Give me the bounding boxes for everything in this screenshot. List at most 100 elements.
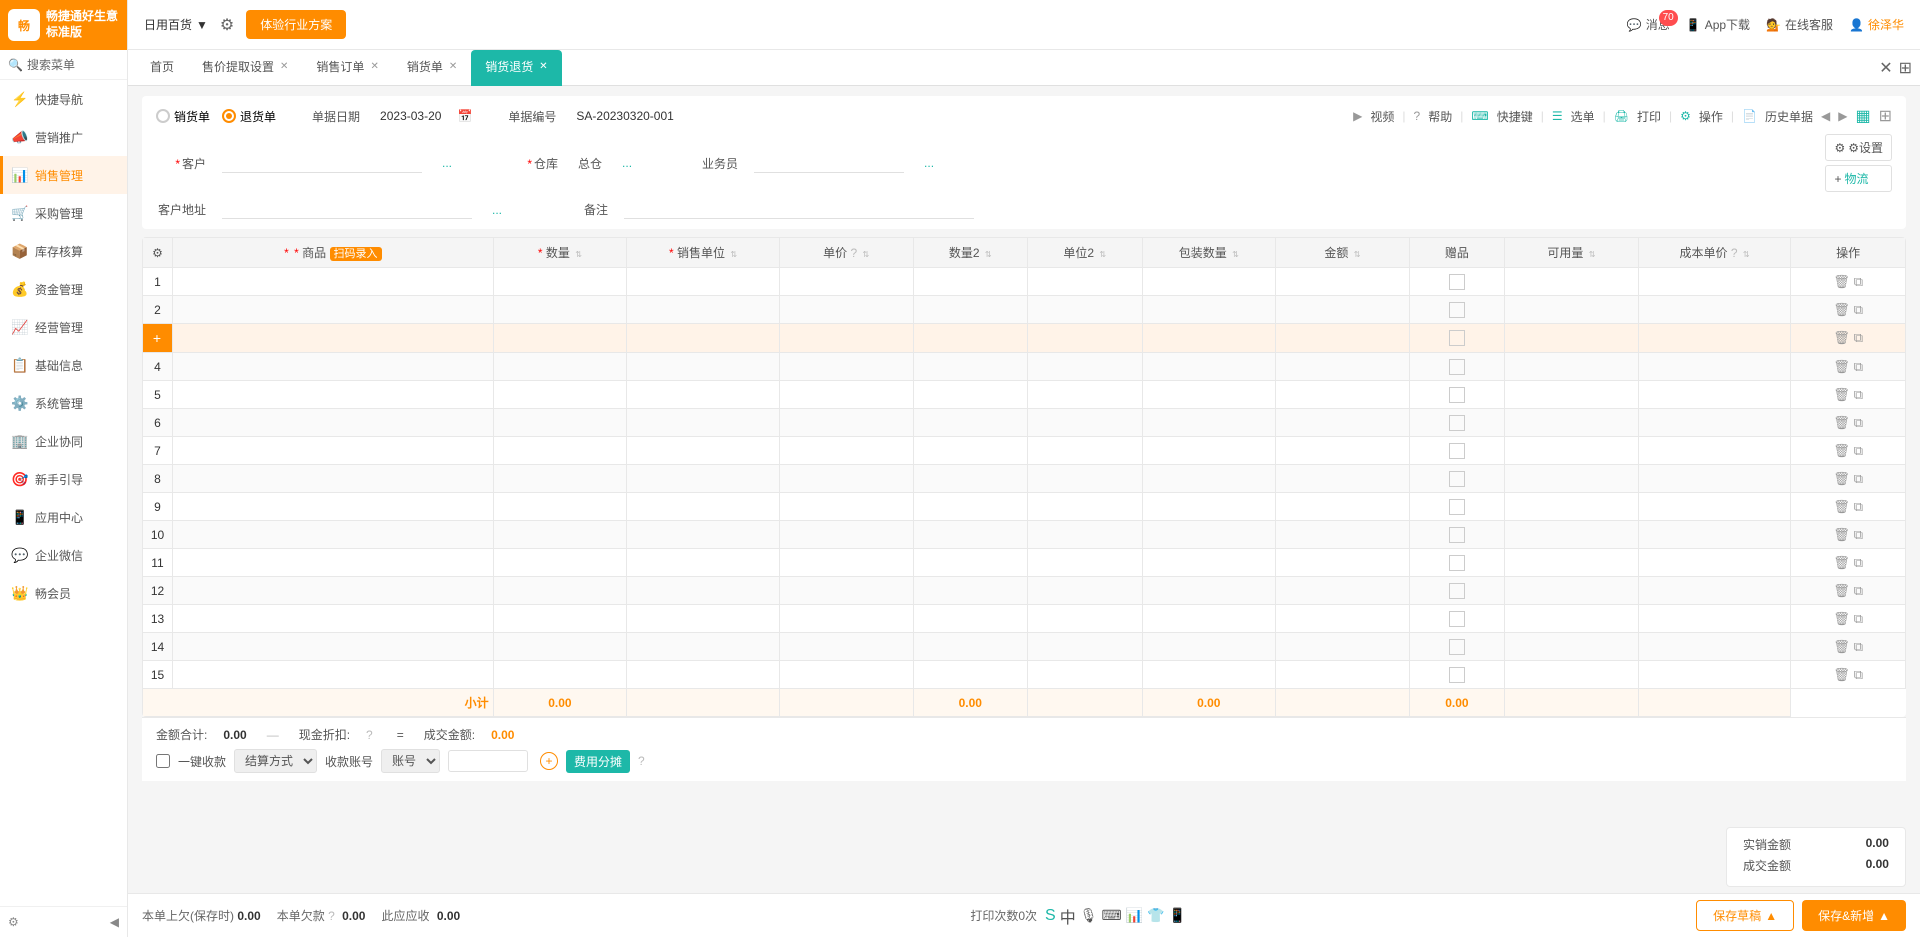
table-cell[interactable] (1638, 661, 1791, 689)
table-cell[interactable] (493, 633, 627, 661)
table-cell[interactable] (1028, 493, 1143, 521)
delete-icon[interactable]: 🗑 (1833, 387, 1850, 403)
table-cell[interactable] (779, 381, 913, 409)
table-cell[interactable] (627, 324, 780, 353)
delete-icon[interactable]: 🗑 (1833, 639, 1850, 655)
table-cell[interactable] (1505, 381, 1639, 409)
close-all-icon[interactable]: ✕ (1879, 58, 1892, 78)
sort-icon[interactable]: ⇅ (575, 250, 582, 259)
gift-checkbox[interactable] (1449, 639, 1465, 655)
table-cell[interactable] (1142, 409, 1276, 437)
table-cell[interactable] (1638, 549, 1791, 577)
table-cell[interactable] (627, 493, 780, 521)
copy-icon[interactable]: ⧉ (1854, 499, 1863, 515)
copy-icon[interactable]: ⧉ (1854, 274, 1863, 290)
table-cell[interactable] (1409, 661, 1504, 689)
table-cell[interactable] (779, 577, 913, 605)
table-cell[interactable] (1276, 296, 1410, 324)
table-cell[interactable] (1409, 605, 1504, 633)
table-cell[interactable] (913, 605, 1028, 633)
delete-icon[interactable]: 🗑 (1833, 359, 1850, 375)
table-cell[interactable] (1505, 324, 1639, 353)
tool-icon-2[interactable]: 中 (1060, 904, 1076, 928)
table-cell[interactable] (1505, 353, 1639, 381)
table-cell[interactable] (1028, 577, 1143, 605)
toolbar-video-label[interactable]: 视频 (1370, 108, 1394, 125)
sidebar-item-enterprise[interactable]: 🏢 企业协同 (0, 422, 127, 460)
table-cell[interactable] (913, 437, 1028, 465)
gift-checkbox[interactable] (1449, 302, 1465, 318)
toolbar-history-label[interactable]: 历史单据 (1765, 108, 1813, 125)
delete-icon[interactable]: 🗑 (1833, 527, 1850, 543)
tab-close-icon[interactable]: ✕ (539, 61, 547, 72)
tool-icon-3[interactable]: 🎙 (1080, 907, 1098, 924)
table-row[interactable] (173, 381, 494, 409)
table-cell[interactable] (913, 296, 1028, 324)
gift-checkbox[interactable] (1449, 387, 1465, 403)
tab-sales-bill[interactable]: 销货单 ✕ (393, 50, 471, 86)
table-cell[interactable] (1028, 324, 1143, 353)
table-cell[interactable] (913, 521, 1028, 549)
table-cell[interactable] (1276, 521, 1410, 549)
table-cell[interactable] (1638, 381, 1791, 409)
radio-sales-bill[interactable]: 销货单 (156, 108, 210, 125)
table-row[interactable] (173, 521, 494, 549)
table-cell[interactable] (493, 661, 627, 689)
table-cell[interactable] (493, 324, 627, 353)
tab-close-icon[interactable]: ✕ (449, 61, 457, 72)
sidebar-item-sales[interactable]: 📊 销售管理 (0, 156, 127, 194)
sort-icon[interactable]: ⇅ (1589, 250, 1596, 259)
copy-icon[interactable]: ⧉ (1854, 471, 1863, 487)
table-cell[interactable] (493, 296, 627, 324)
tab-more-icon[interactable]: ⊞ (1899, 58, 1912, 78)
gift-checkbox[interactable] (1449, 359, 1465, 375)
table-cell[interactable] (1638, 633, 1791, 661)
table-cell[interactable] (1409, 324, 1504, 353)
table-cell[interactable] (779, 521, 913, 549)
table-cell[interactable] (493, 353, 627, 381)
gift-checkbox[interactable] (1449, 611, 1465, 627)
delete-icon[interactable]: 🗑 (1833, 330, 1850, 346)
table-row[interactable] (173, 605, 494, 633)
gift-checkbox[interactable] (1449, 330, 1465, 346)
toolbar-shortcut-label[interactable]: 快捷键 (1497, 108, 1533, 125)
table-cell[interactable] (1638, 605, 1791, 633)
table-cell[interactable] (1028, 521, 1143, 549)
customer-input[interactable] (222, 154, 422, 173)
table-cell[interactable] (627, 437, 780, 465)
table-cell[interactable] (913, 493, 1028, 521)
tab-sales-order[interactable]: 销售订单 ✕ (302, 50, 392, 86)
add-row-btn[interactable]: + (147, 328, 167, 348)
table-cell[interactable] (1276, 381, 1410, 409)
table-cell[interactable] (1638, 324, 1791, 353)
copy-icon[interactable]: ⧉ (1854, 555, 1863, 571)
table-row[interactable] (173, 633, 494, 661)
table-cell[interactable] (779, 296, 913, 324)
table-cell[interactable] (1142, 549, 1276, 577)
table-cell[interactable] (1409, 549, 1504, 577)
table-cell[interactable] (913, 268, 1028, 296)
gift-checkbox[interactable] (1449, 471, 1465, 487)
sidebar-item-shortcut[interactable]: ⚡ 快捷导航 (0, 80, 127, 118)
delete-icon[interactable]: 🗑 (1833, 667, 1850, 683)
table-cell[interactable] (1505, 661, 1639, 689)
copy-icon[interactable]: ⧉ (1854, 639, 1863, 655)
table-cell[interactable] (1028, 661, 1143, 689)
tool-icon-4[interactable]: ⌨ (1101, 907, 1121, 924)
table-cell[interactable] (1276, 268, 1410, 296)
table-cell[interactable] (493, 381, 627, 409)
address-input[interactable] (222, 200, 472, 219)
table-cell[interactable] (1142, 465, 1276, 493)
table-cell[interactable] (1409, 493, 1504, 521)
copy-icon[interactable]: ⧉ (1854, 611, 1863, 627)
table-row[interactable] (173, 549, 494, 577)
table-cell[interactable] (1142, 633, 1276, 661)
table-cell[interactable] (1505, 577, 1639, 605)
table-cell[interactable] (493, 549, 627, 577)
table-cell[interactable] (1028, 465, 1143, 493)
table-row[interactable] (173, 409, 494, 437)
sidebar-search[interactable]: 🔍 搜索菜单 (0, 50, 127, 80)
logistics-btn[interactable]: + 物流 (1825, 165, 1892, 192)
table-cell[interactable] (779, 409, 913, 437)
table-cell[interactable] (913, 577, 1028, 605)
